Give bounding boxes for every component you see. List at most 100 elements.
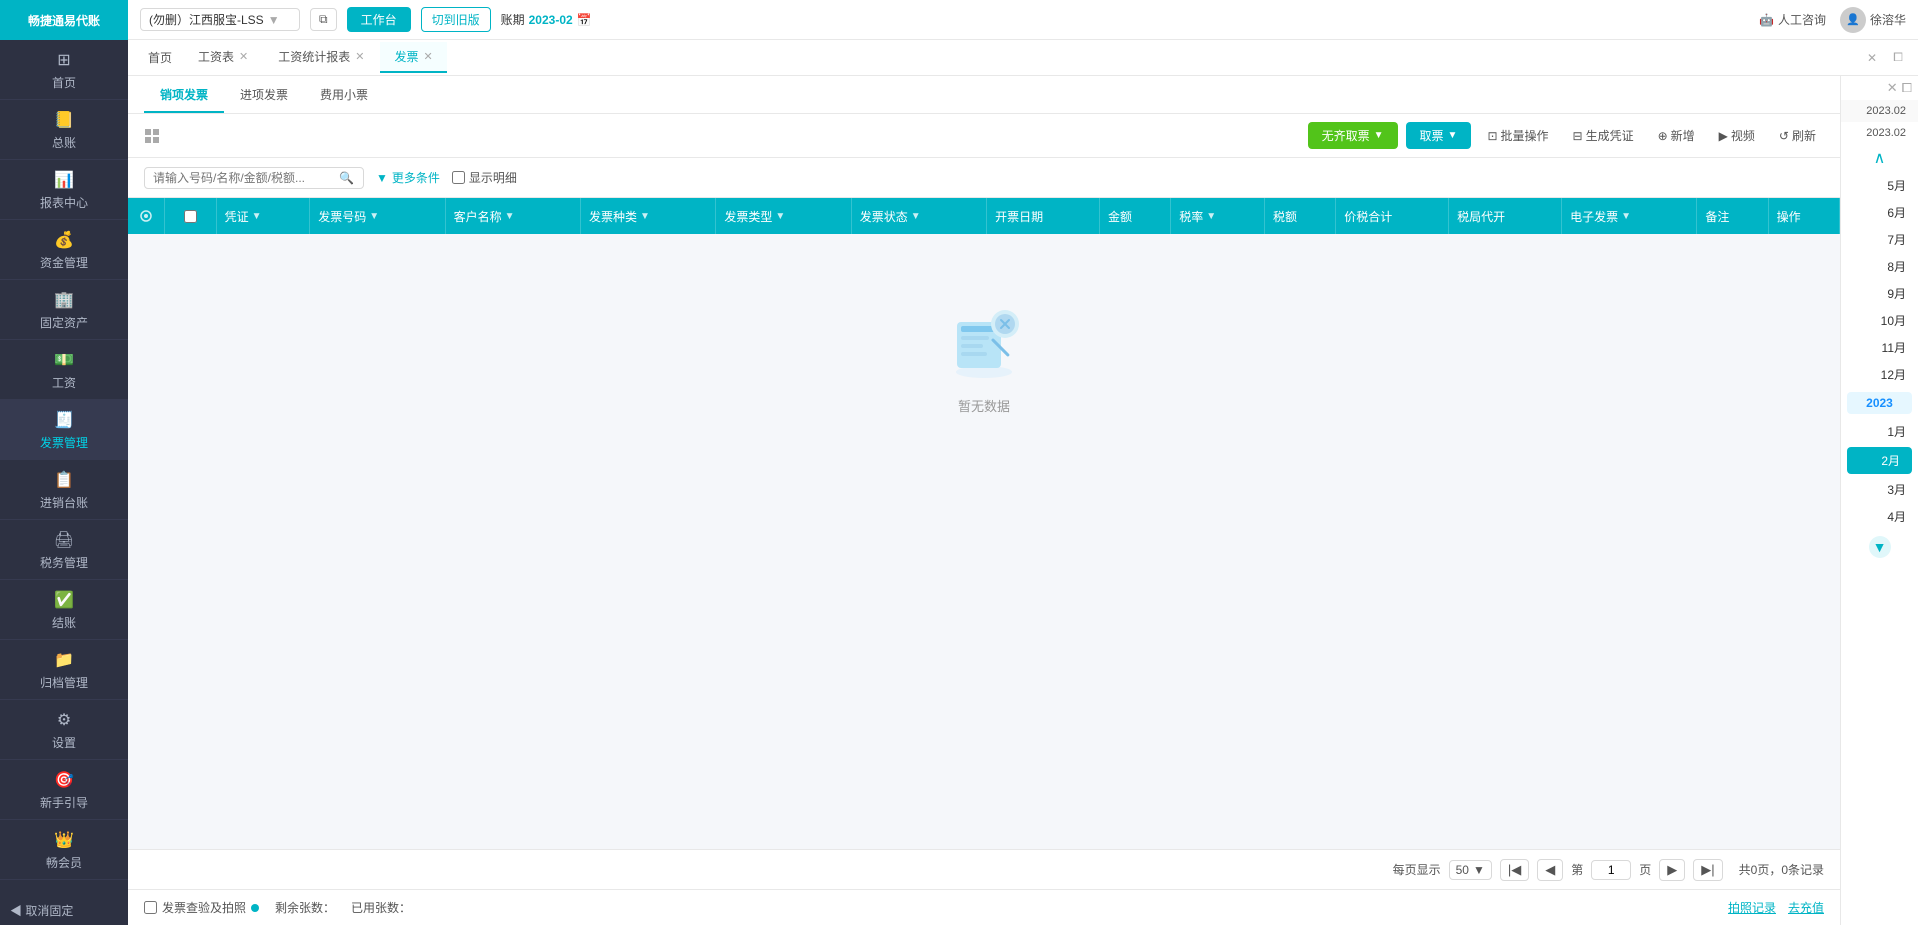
ai-consult-item[interactable]: 🤖 人工咨询 bbox=[1759, 11, 1826, 28]
search-input[interactable] bbox=[153, 171, 333, 185]
date-item-12m[interactable]: 12月 bbox=[1841, 361, 1918, 388]
date-item-2023-02-header[interactable]: 2023.02 bbox=[1841, 100, 1918, 122]
first-page-btn[interactable]: |◀ bbox=[1500, 859, 1529, 881]
date-item-7m[interactable]: 7月 bbox=[1841, 226, 1918, 253]
sidebar-item-home[interactable]: ⊞ 首页 bbox=[0, 40, 128, 100]
invoice-category-filter-icon[interactable]: ▼ bbox=[775, 211, 785, 222]
tax-rate-filter-icon[interactable]: ▼ bbox=[1206, 211, 1216, 222]
last-page-btn[interactable]: ▶| bbox=[1693, 859, 1722, 881]
th-settings[interactable] bbox=[128, 198, 164, 234]
video-button[interactable]: ▶ 视频 bbox=[1711, 123, 1763, 148]
date-panel-expand-btn[interactable]: ∧ bbox=[1841, 144, 1918, 172]
user-profile-item[interactable]: 👤 徐溶华 bbox=[1840, 7, 1906, 33]
more-conditions-btn[interactable]: ▼ 更多条件 bbox=[376, 169, 440, 186]
next-page-btn[interactable]: ▶ bbox=[1659, 859, 1685, 881]
new-button[interactable]: ⊕ 新增 bbox=[1650, 123, 1703, 148]
header-right: 🤖 人工咨询 👤 徐溶华 bbox=[1759, 7, 1906, 33]
show-detail-checkbox[interactable]: 显示明细 bbox=[452, 169, 517, 186]
invoice-icon: 🧾 bbox=[54, 410, 74, 430]
date-item-2m-2023[interactable]: 2月 bbox=[1847, 447, 1912, 474]
period-calendar-icon[interactable]: 📅 bbox=[577, 13, 592, 27]
sidebar-item-sales[interactable]: 📋 进销台账 bbox=[0, 460, 128, 520]
assets-icon: 🏢 bbox=[54, 290, 74, 310]
customer-filter-icon[interactable]: ▼ bbox=[505, 211, 515, 222]
year-2023-header[interactable]: 2023 bbox=[1847, 392, 1912, 414]
refresh-button[interactable]: ↺ 刷新 bbox=[1771, 123, 1824, 148]
take-dropdown-arrow[interactable]: ▼ bbox=[1448, 130, 1458, 141]
batch-ops-button[interactable]: ⊡ 批量操作 bbox=[1479, 123, 1556, 148]
invoice-no-filter-icon[interactable]: ▼ bbox=[369, 211, 379, 222]
th-invoice-type: 发票种类 ▼ bbox=[581, 198, 716, 234]
tab-payroll-stats-close[interactable]: ✕ bbox=[355, 50, 364, 63]
date-item-8m[interactable]: 8月 bbox=[1841, 253, 1918, 280]
tab-home[interactable]: 首页 bbox=[138, 43, 182, 72]
tab-payroll-table-close[interactable]: ✕ bbox=[239, 50, 248, 63]
e-invoice-filter-icon[interactable]: ▼ bbox=[1621, 211, 1631, 222]
toolbar-right: 无齐取票 ▼ 取票 ▼ ⊡ 批量操作 bbox=[1308, 122, 1824, 149]
period-info: 账期 2023-02 📅 bbox=[501, 11, 592, 28]
sidebar-item-archive[interactable]: 📁 归档管理 bbox=[0, 640, 128, 700]
sidebar-item-ledger[interactable]: 📒 总账 bbox=[0, 100, 128, 160]
tab-invoice-close[interactable]: ✕ bbox=[424, 50, 433, 63]
date-item-11m[interactable]: 11月 bbox=[1841, 334, 1918, 361]
sidebar-item-settings[interactable]: ⚙ 设置 bbox=[0, 700, 128, 760]
sidebar-item-member[interactable]: 👑 畅会员 bbox=[0, 820, 128, 880]
page-size-select[interactable]: 50 ▼ bbox=[1449, 860, 1492, 880]
workbench-button[interactable]: 工作台 bbox=[347, 7, 411, 32]
prev-page-btn[interactable]: ◀ bbox=[1537, 859, 1563, 881]
date-item-3m-2023[interactable]: 3月 bbox=[1841, 476, 1918, 503]
date-item-6m[interactable]: 6月 bbox=[1841, 199, 1918, 226]
no-tax-button[interactable]: 无齐取票 ▼ bbox=[1308, 122, 1398, 149]
invoice-status-filter-icon[interactable]: ▼ bbox=[911, 211, 921, 222]
date-panel-down-btn[interactable]: ▼ bbox=[1869, 536, 1891, 558]
date-item-2023-02[interactable]: 2023.02 bbox=[1841, 122, 1918, 144]
switch-old-button[interactable]: 切到旧版 bbox=[421, 7, 491, 32]
sub-tab-purchase-invoice[interactable]: 进项发票 bbox=[224, 78, 304, 113]
sidebar-collapse-btn[interactable]: ◀ 取消固定 bbox=[0, 896, 128, 925]
sidebar-item-guide[interactable]: 🎯 新手引导 bbox=[0, 760, 128, 820]
reports-icon: 📊 bbox=[54, 170, 74, 190]
date-item-10m[interactable]: 10月 bbox=[1841, 307, 1918, 334]
copy-button[interactable]: ⧉ bbox=[310, 8, 337, 31]
sidebar-item-invoice[interactable]: 🧾 发票管理 bbox=[0, 400, 128, 460]
sub-tab-expense-receipt[interactable]: 费用小票 bbox=[304, 78, 384, 113]
generate-voucher-button[interactable]: ⊟ 生成凭证 bbox=[1565, 123, 1642, 148]
sub-tab-sales-invoice[interactable]: 销项发票 bbox=[144, 78, 224, 113]
select-all-checkbox[interactable] bbox=[184, 210, 197, 223]
date-panel-maximize-btn[interactable]: ⧠ bbox=[1902, 80, 1912, 96]
take-button[interactable]: 取票 ▼ bbox=[1406, 122, 1472, 149]
date-panel-close-btn[interactable]: ✕ bbox=[1887, 80, 1898, 96]
window-maximize-btn[interactable]: ⧠ bbox=[1888, 48, 1908, 68]
window-close-btn[interactable]: ✕ bbox=[1862, 48, 1882, 68]
date-panel-header: ✕ ⧠ bbox=[1841, 76, 1918, 100]
company-selector[interactable]: (勿删）江西服宝-LSS ▼ bbox=[140, 8, 300, 31]
toolbar: 无齐取票 ▼ 取票 ▼ ⊡ 批量操作 bbox=[128, 114, 1840, 158]
search-icon[interactable]: 🔍 bbox=[339, 171, 354, 185]
tab-payroll-stats[interactable]: 工资统计报表 ✕ bbox=[264, 42, 378, 73]
date-panel-scroll-bottom: ▼ bbox=[1841, 530, 1918, 564]
date-item-4m-2023[interactable]: 4月 bbox=[1841, 503, 1918, 530]
sidebar-item-assets[interactable]: 🏢 固定资产 bbox=[0, 280, 128, 340]
sidebar-item-funds[interactable]: 💰 资金管理 bbox=[0, 220, 128, 280]
sidebar-item-settle[interactable]: ✅ 结账 bbox=[0, 580, 128, 640]
feedback-link[interactable]: 拍照记录 bbox=[1728, 899, 1776, 916]
date-item-9m[interactable]: 9月 bbox=[1841, 280, 1918, 307]
sidebar-item-tax[interactable]: 🖨 税务管理 bbox=[0, 520, 128, 580]
recharge-link[interactable]: 去充值 bbox=[1788, 899, 1824, 916]
show-detail-input[interactable] bbox=[452, 171, 465, 184]
voucher-filter-icon[interactable]: ▼ bbox=[252, 211, 262, 222]
tab-payroll-table[interactable]: 工资表 ✕ bbox=[184, 42, 262, 73]
check-invoice-checkbox[interactable] bbox=[144, 901, 157, 914]
invoice-type-filter-icon[interactable]: ▼ bbox=[640, 211, 650, 222]
th-checkbox[interactable] bbox=[164, 198, 216, 234]
page-number-input[interactable] bbox=[1591, 860, 1631, 880]
tab-invoice[interactable]: 发票 ✕ bbox=[380, 42, 446, 73]
video-icon: ▶ bbox=[1719, 129, 1728, 143]
date-item-5m[interactable]: 5月 bbox=[1841, 172, 1918, 199]
date-item-1m-2023[interactable]: 1月 bbox=[1841, 418, 1918, 445]
guide-icon: 🎯 bbox=[54, 770, 74, 790]
sidebar-item-payroll[interactable]: 💵 工资 bbox=[0, 340, 128, 400]
no-tax-dropdown-arrow[interactable]: ▼ bbox=[1374, 130, 1384, 141]
sidebar-item-reports[interactable]: 📊 报表中心 bbox=[0, 160, 128, 220]
empty-text: 暂无数据 bbox=[958, 396, 1010, 415]
